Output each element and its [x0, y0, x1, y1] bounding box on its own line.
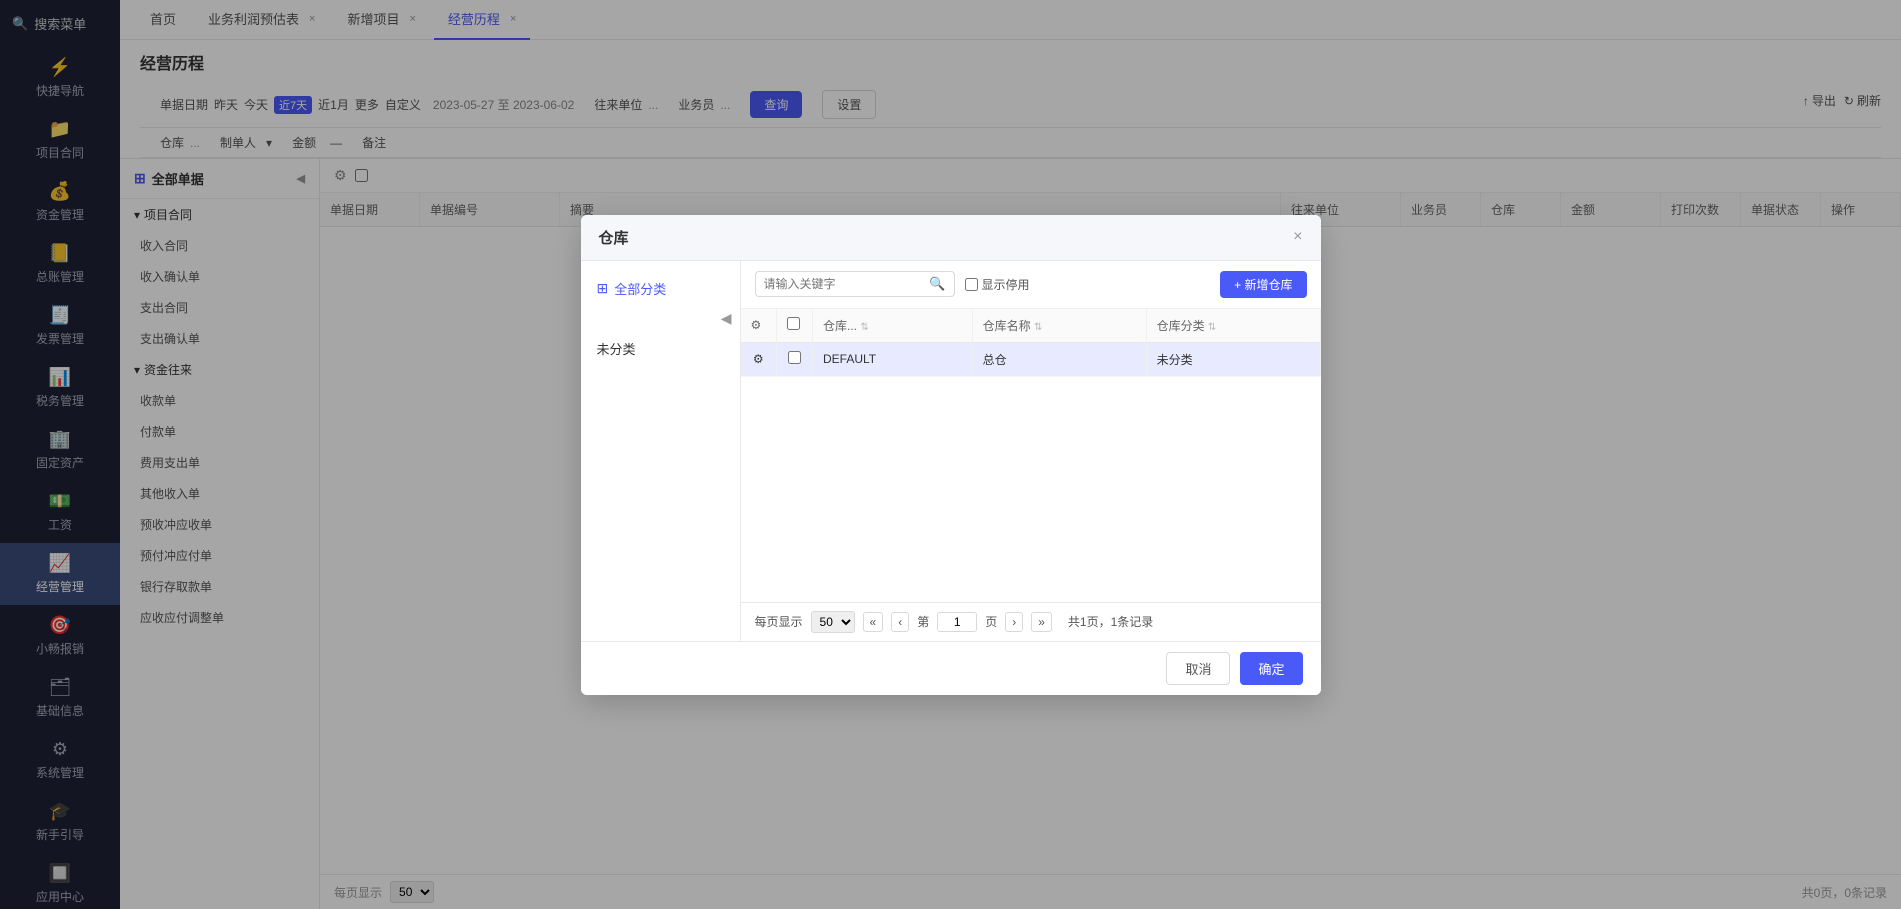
prev-page-button[interactable]: ‹	[891, 612, 909, 632]
total-info: 共1页，1条记录	[1068, 613, 1153, 630]
sort-icon-name: ⇅	[1034, 322, 1042, 333]
th-name-label: 仓库名称	[983, 319, 1031, 333]
th-name: 仓库名称 ⇅	[972, 309, 1146, 343]
select-all-dialog[interactable]	[787, 317, 800, 330]
table-row[interactable]: ⚙ DEFAULT 总仓 未分类	[741, 342, 1321, 376]
row-gear[interactable]: ⚙	[741, 342, 777, 376]
page-label: 第	[917, 613, 929, 630]
th-category-label: 仓库分类	[1157, 319, 1205, 333]
warehouse-table: ⚙ 仓库... ⇅ 仓库名称 ⇅	[741, 309, 1321, 377]
per-page-select-dialog[interactable]: 50	[811, 611, 855, 633]
per-page-label-dialog: 每页显示	[755, 613, 803, 630]
category-uncategorized-label: 未分类	[597, 339, 636, 358]
cancel-button[interactable]: 取消	[1166, 652, 1230, 685]
dialog-actions: 取消 确定	[581, 641, 1321, 695]
th-code: 仓库... ⇅	[813, 309, 973, 343]
th-code-label: 仓库...	[823, 319, 857, 333]
dialog-title: 仓库	[599, 227, 629, 248]
page-input[interactable]	[937, 612, 977, 632]
th-gear: ⚙	[741, 309, 777, 343]
add-warehouse-button[interactable]: + 新增仓库	[1220, 271, 1306, 298]
dialog-close-button[interactable]: ×	[1293, 228, 1302, 246]
confirm-button[interactable]: 确定	[1240, 652, 1302, 685]
dialog-header: 仓库 ×	[581, 215, 1321, 261]
dialog-right-panel: 🔍 显示停用 + 新增仓库 ⚙	[741, 261, 1321, 641]
row-checkbox[interactable]	[777, 342, 813, 376]
dialog-body: ⊞ 全部分类 ◀ 未分类 🔍	[581, 261, 1321, 641]
category-uncategorized[interactable]: 未分类	[581, 331, 740, 366]
th-checkbox	[777, 309, 813, 343]
row-name: 总仓	[972, 342, 1146, 376]
row-select[interactable]	[788, 351, 801, 364]
row-code: DEFAULT	[813, 342, 973, 376]
category-all[interactable]: ⊞ 全部分类	[581, 271, 740, 306]
sort-icon-category: ⇅	[1208, 322, 1216, 333]
page-suffix: 页	[985, 613, 997, 630]
show-disabled-checkbox[interactable]: 显示停用	[965, 276, 1030, 293]
show-disabled-label: 显示停用	[982, 276, 1030, 293]
row-category: 未分类	[1146, 342, 1320, 376]
search-input[interactable]	[764, 277, 924, 291]
dialog-category-panel: ⊞ 全部分类 ◀ 未分类	[581, 261, 741, 641]
sort-icon-code: ⇅	[860, 322, 868, 333]
collapse-panel-icon[interactable]: ◀	[721, 310, 732, 327]
th-category: 仓库分类 ⇅	[1146, 309, 1320, 343]
last-page-button[interactable]: »	[1031, 612, 1052, 632]
warehouse-table-body: ⚙ DEFAULT 总仓 未分类	[741, 342, 1321, 376]
first-page-button[interactable]: «	[863, 612, 884, 632]
grid-icon-2: ⊞	[597, 280, 609, 297]
search-box: 🔍	[755, 271, 955, 297]
next-page-button[interactable]: ›	[1005, 612, 1023, 632]
search-icon-2: 🔍	[929, 276, 945, 292]
dialog-toolbar: 🔍 显示停用 + 新增仓库	[741, 261, 1321, 309]
disabled-checkbox[interactable]	[965, 278, 978, 291]
category-all-label: 全部分类	[614, 279, 666, 298]
table-header-row: ⚙ 仓库... ⇅ 仓库名称 ⇅	[741, 309, 1321, 343]
modal-overlay: 仓库 × ⊞ 全部分类 ◀ 未分类	[0, 0, 1901, 909]
dialog-table: ⚙ 仓库... ⇅ 仓库名称 ⇅	[741, 309, 1321, 602]
warehouse-dialog: 仓库 × ⊞ 全部分类 ◀ 未分类	[581, 215, 1321, 695]
dialog-pagination: 每页显示 50 « ‹ 第 页 › » 共1页，1条记录	[741, 602, 1321, 641]
